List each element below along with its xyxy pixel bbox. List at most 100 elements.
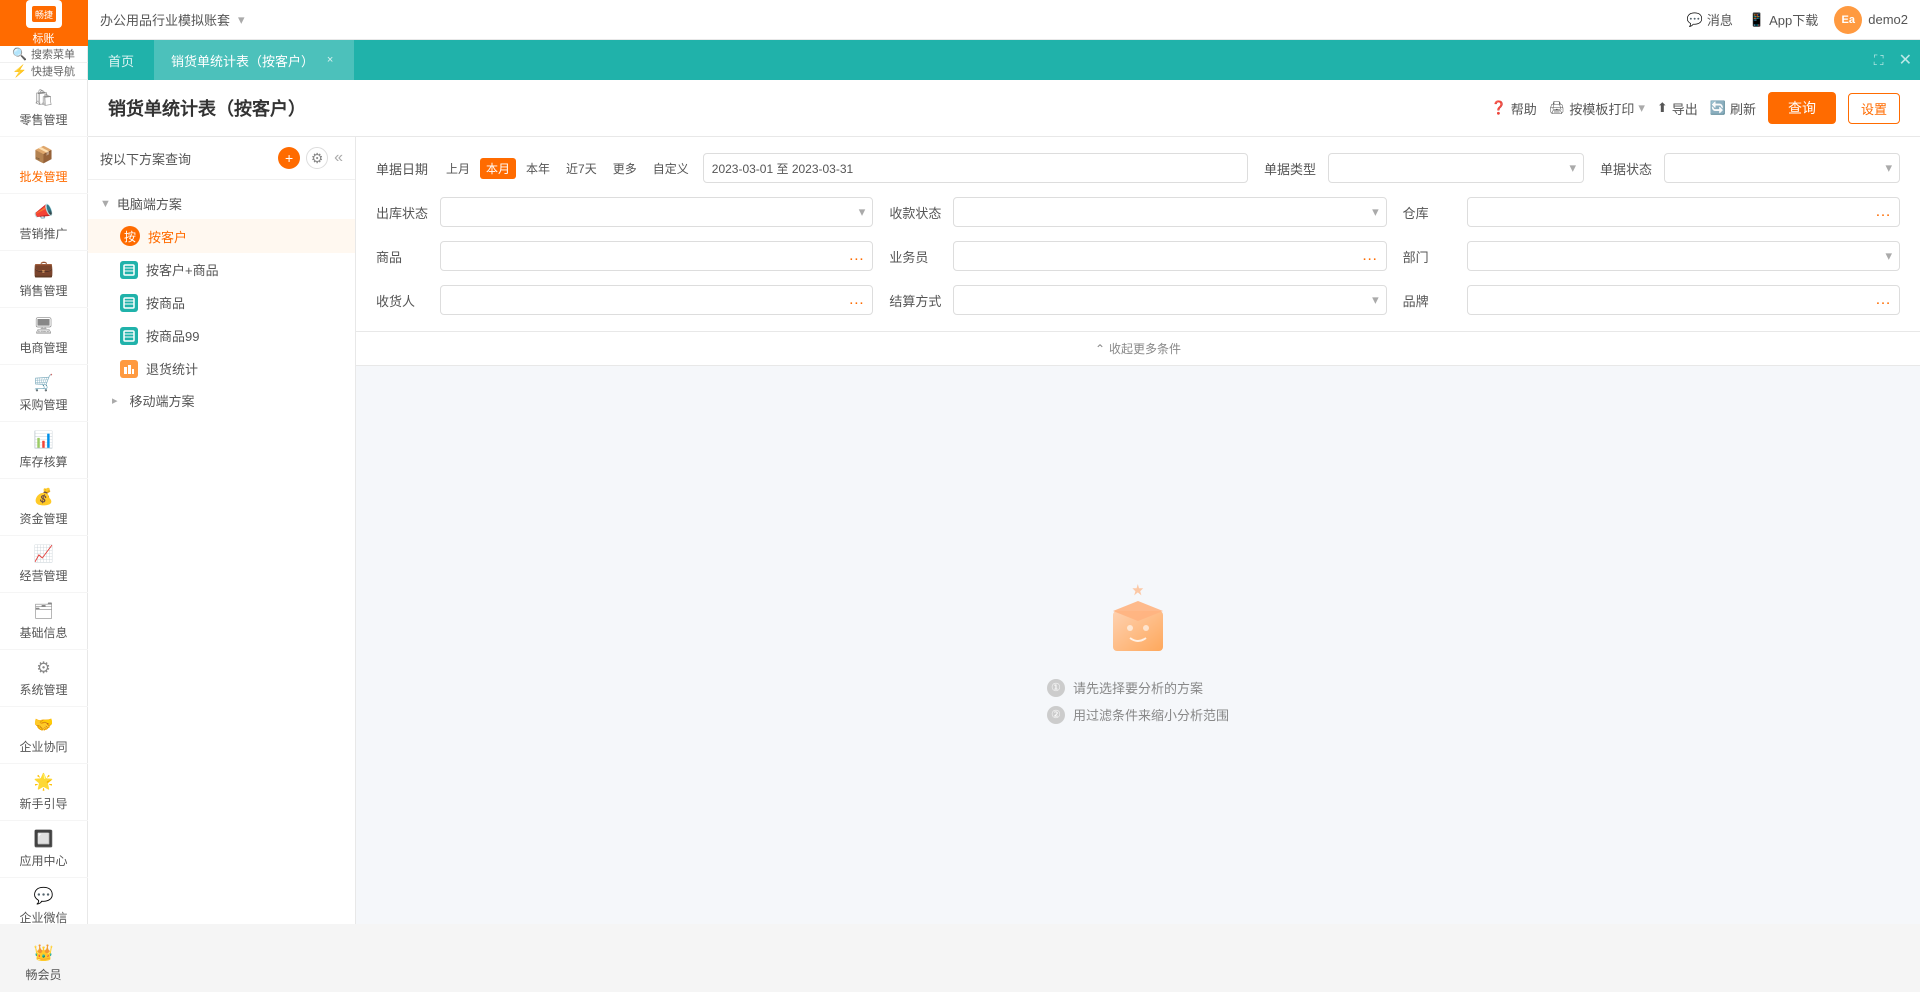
export-btn[interactable]: ⬆ 导出: [1657, 99, 1698, 118]
filter-brand: 品牌 …: [1403, 285, 1900, 315]
warehouse-dots[interactable]: …: [1875, 203, 1891, 221]
receipt-status-select[interactable]: [953, 197, 1386, 227]
recipient-dots[interactable]: …: [848, 291, 864, 309]
date-tab-current-month[interactable]: 本月: [480, 158, 516, 179]
date-tab-custom[interactable]: 自定义: [647, 158, 695, 179]
sidebar-item-apps[interactable]: 🔲 应用中心: [0, 821, 88, 878]
by-product99-icon: [120, 327, 138, 345]
doc-status-select[interactable]: [1664, 153, 1900, 183]
receipt-status-label: 收款状态: [889, 203, 945, 222]
date-tab-prev-month[interactable]: 上月: [440, 158, 476, 179]
collapse-filters-btn[interactable]: ⌃ 收起更多条件: [356, 332, 1920, 366]
page-title: 销货单统计表（按客户）: [108, 95, 306, 133]
tree-group-desktop-header[interactable]: ▼ 电脑端方案: [88, 188, 355, 219]
tab-maximize-btn[interactable]: ⛶: [1867, 48, 1891, 72]
finance-icon: 💰: [34, 487, 54, 507]
tab-close-btn[interactable]: ×: [322, 52, 338, 68]
date-tab-7days[interactable]: 近7天: [560, 158, 603, 179]
topbar-dropdown-icon[interactable]: ▾: [238, 12, 245, 28]
date-range-picker[interactable]: 2023-03-01 至 2023-03-31: [703, 153, 1248, 183]
warehouse-input[interactable]: …: [1467, 197, 1900, 227]
filter-product: 商品 …: [376, 241, 873, 271]
tree-item-by-product[interactable]: 按商品: [88, 286, 355, 319]
doc-type-select[interactable]: [1328, 153, 1584, 183]
add-scheme-btn[interactable]: +: [278, 147, 300, 169]
sidebar-item-wechat[interactable]: 💬 企业微信: [0, 878, 88, 935]
scheme-panel: 按以下方案查询 + ⚙ « ▼ 电脑端方案: [88, 137, 356, 924]
by-customer-label: 按客户: [148, 227, 187, 246]
sidebar-item-marketing[interactable]: 📣 营销推广: [0, 194, 88, 251]
warehouse-label: 仓库: [1403, 203, 1459, 222]
print-btn[interactable]: 🖨 按模板打印 ▾: [1549, 99, 1645, 118]
filter-row-3: 商品 … 业务员 … 部门: [376, 241, 1900, 271]
tree-group-desktop: ▼ 电脑端方案 按 按客户 按客户: [88, 188, 355, 385]
filter-date: 单据日期 上月 本月 本年 近7天 更多 自定义 2023-03-01 至 20…: [376, 153, 1248, 183]
filter-out-status: 出库状态 ▾: [376, 197, 873, 227]
date-tab-more[interactable]: 更多: [607, 158, 643, 179]
tab-close-window-btn[interactable]: ✕: [1899, 50, 1912, 70]
sidebar-item-retail[interactable]: 🛍 零售管理: [0, 80, 88, 137]
salesperson-dots[interactable]: …: [1362, 247, 1378, 265]
brand-input[interactable]: …: [1467, 285, 1900, 315]
tree-item-by-customer[interactable]: 按 按客户: [88, 219, 355, 253]
query-btn[interactable]: 查询: [1768, 92, 1836, 124]
product-input[interactable]: …: [440, 241, 873, 271]
collapse-up-icon: ⌃: [1095, 342, 1105, 356]
export-label: 导出: [1672, 99, 1698, 118]
app-download-btn[interactable]: 📱 App下载: [1749, 10, 1818, 29]
sidebar-search[interactable]: 🔍 搜索菜单: [0, 46, 88, 63]
product-dots[interactable]: …: [848, 247, 864, 265]
tip-num-2: ②: [1047, 706, 1065, 724]
tree-item-by-product99[interactable]: 按商品99: [88, 319, 355, 352]
page-header-actions: ❓ 帮助 🖨 按模板打印 ▾ ⬆ 导出 🔄 刷新 查询 设置: [1491, 92, 1900, 136]
brand-dots[interactable]: …: [1875, 291, 1891, 309]
sidebar-item-purchase[interactable]: 🛒 采购管理: [0, 365, 88, 422]
search-icon: 🔍: [12, 47, 27, 61]
refresh-btn[interactable]: 🔄 刷新: [1710, 99, 1756, 118]
wechat-icon: 💬: [34, 886, 54, 906]
help-btn[interactable]: ❓ 帮助: [1491, 99, 1537, 118]
sidebar-item-inventory[interactable]: 📊 库存核算: [0, 422, 88, 479]
topbar-title: 办公用品行业模拟账套: [100, 10, 230, 29]
tree-item-return-stats[interactable]: 退货统计: [88, 352, 355, 385]
salesperson-input[interactable]: …: [953, 241, 1386, 271]
basic-label: 基础信息: [19, 624, 67, 641]
filter-row-1: 单据日期 上月 本月 本年 近7天 更多 自定义 2023-03-01 至 20…: [376, 153, 1900, 183]
sidebar-item-operations[interactable]: 📈 经营管理: [0, 536, 88, 593]
tree-group-mobile-header[interactable]: ▸ 移动端方案: [88, 385, 355, 416]
edit-scheme-btn[interactable]: ⚙: [306, 147, 328, 169]
sidebar-item-enterprise[interactable]: 🤝 企业协同: [0, 707, 88, 764]
sidebar-quick-nav[interactable]: ⚡ 快捷导航: [0, 63, 88, 80]
message-btn[interactable]: 💬 消息: [1687, 10, 1733, 29]
enterprise-icon: 🤝: [34, 715, 54, 735]
by-customer-icon: 按: [120, 226, 140, 246]
collapse-panel-btn[interactable]: «: [334, 149, 343, 167]
scheme-tree: ▼ 电脑端方案 按 按客户 按客户: [88, 180, 355, 424]
app-download-label: App下载: [1769, 10, 1818, 29]
recipient-input[interactable]: …: [440, 285, 873, 315]
sidebar-item-wholesale[interactable]: 📦 批发管理: [0, 137, 88, 194]
maximize-icon: ⛶: [1874, 52, 1884, 69]
date-tab-current-year[interactable]: 本年: [520, 158, 556, 179]
department-select-wrapper: ▾: [1467, 241, 1900, 271]
filter-doc-status: 单据状态 ▾: [1600, 153, 1900, 183]
print-dropdown-icon[interactable]: ▾: [1638, 100, 1645, 116]
by-product-icon: [120, 294, 138, 312]
sidebar-item-newbie[interactable]: 🌟 新手引导: [0, 764, 88, 821]
mobile-group-label: 移动端方案: [130, 391, 195, 410]
sidebar-item-ecommerce[interactable]: 🖥 电商管理: [0, 308, 88, 365]
sidebar-item-basic[interactable]: 🗂 基础信息: [0, 593, 88, 650]
user-profile-btn[interactable]: Ea demo2: [1834, 6, 1908, 34]
sidebar-item-system[interactable]: ⚙ 系统管理: [0, 650, 88, 707]
department-select[interactable]: [1467, 241, 1900, 271]
out-status-select[interactable]: [440, 197, 873, 227]
topbar-right: 💬 消息 📱 App下载 Ea demo2: [1687, 6, 1908, 34]
settings-btn[interactable]: 设置: [1848, 93, 1900, 124]
tab-home[interactable]: 首页: [88, 40, 155, 80]
sidebar-item-finance[interactable]: 💰 资金管理: [0, 479, 88, 536]
payment-method-select[interactable]: [953, 285, 1386, 315]
tab-active[interactable]: 销货单统计表（按客户） ×: [155, 40, 354, 80]
sidebar-item-member[interactable]: 👑 畅会员: [0, 935, 88, 992]
tree-item-by-customer-product[interactable]: 按客户+商品: [88, 253, 355, 286]
sidebar-item-sales[interactable]: 💼 销售管理: [0, 251, 88, 308]
